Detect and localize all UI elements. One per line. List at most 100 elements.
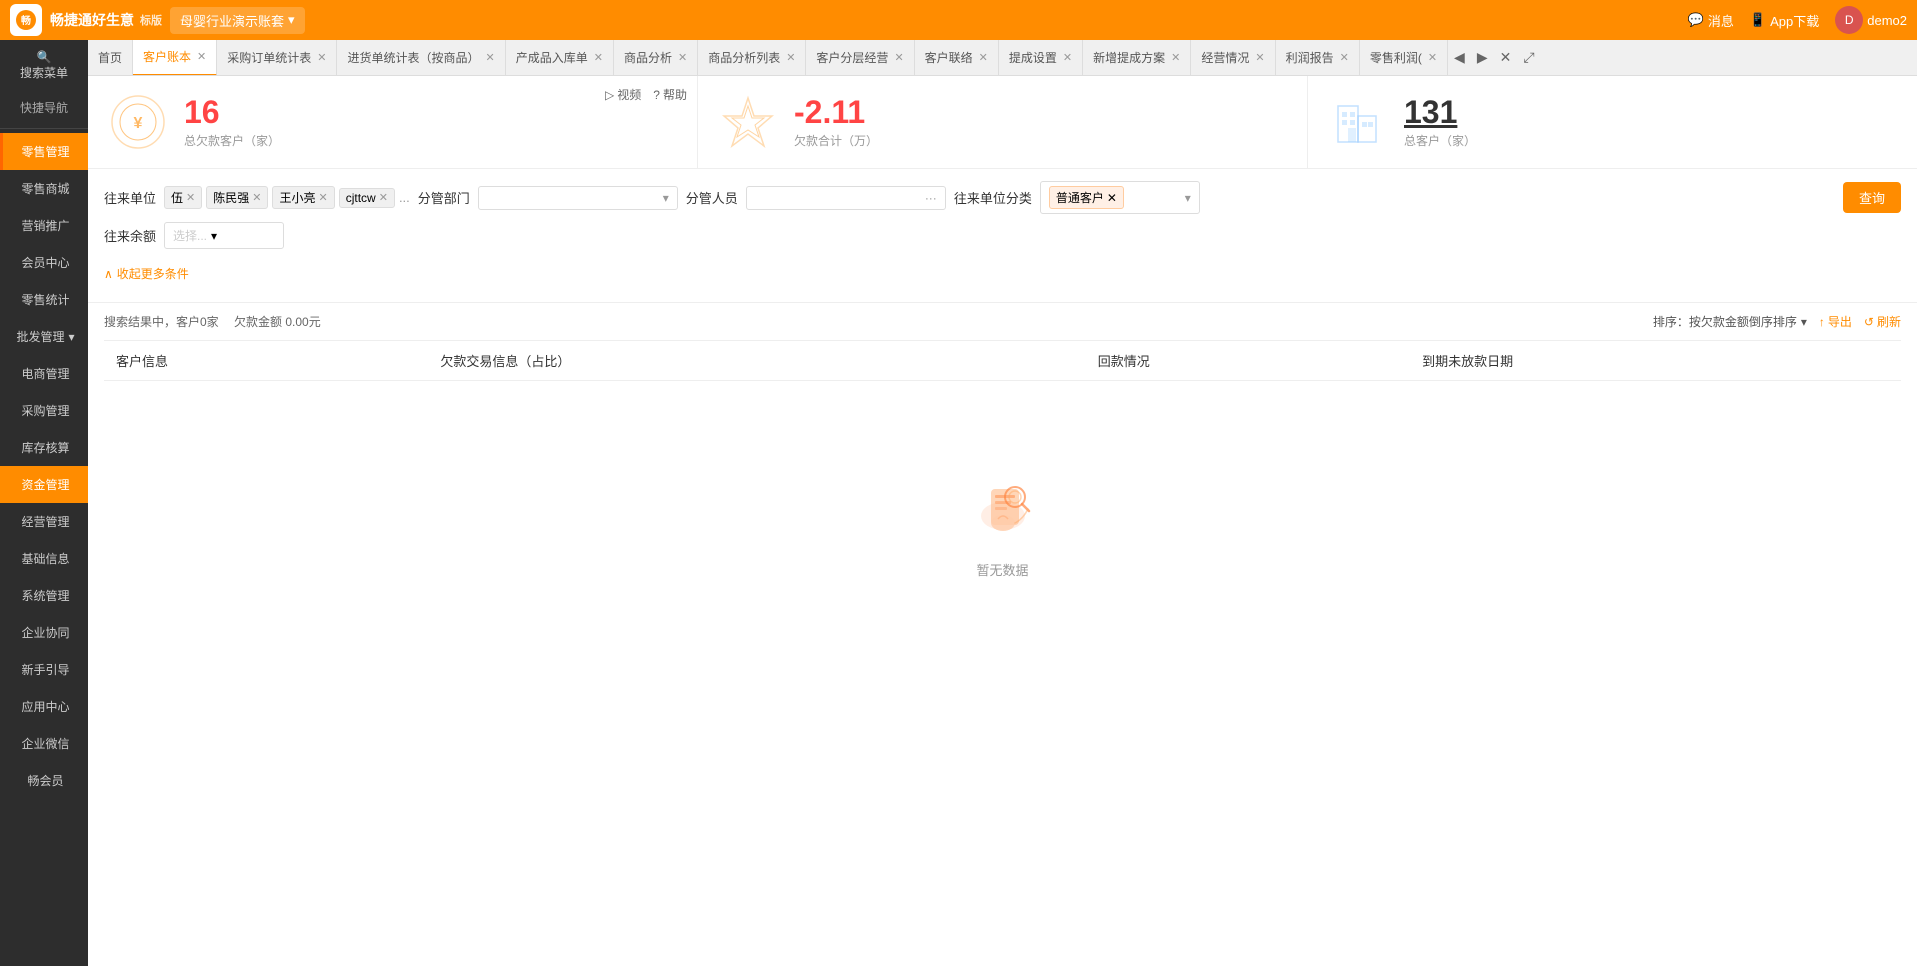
sidebar-item-retail-mall[interactable]: 零售商城 [0,170,88,207]
sidebar-item-system[interactable]: 系统管理 [0,577,88,614]
collapse-area: ∧ 收起更多条件 [104,257,1901,290]
sidebar-item-enterprise-wechat[interactable]: 企业微信 [0,725,88,762]
user-menu[interactable]: D demo2 [1835,6,1907,34]
tab-nav-next[interactable]: ▶ [1471,40,1494,76]
stat-debt-value: -2.11 [794,96,878,128]
tab-customer-balance[interactable]: 客户账本 ✕ [133,40,217,76]
company-tag-wu-close[interactable]: ✕ [186,191,195,204]
tab-close-stock-stats[interactable]: ✕ [486,51,495,64]
collapse-button[interactable]: ∧ 收起更多条件 [104,265,1901,282]
export-btn[interactable]: ↑ 导出 [1819,313,1852,330]
company-tags-more[interactable]: ... [399,190,410,205]
sidebar-item-operations[interactable]: 经营管理 [0,503,88,540]
sidebar-item-marketing[interactable]: 营销推广 [0,207,88,244]
tab-cost-entry[interactable]: 产成品入库单 ✕ [506,40,614,76]
col-overdue-date: 到期未放款日期 [1410,341,1901,381]
balance-select[interactable]: 选择... ▾ [164,222,284,249]
stat-debt-amount: -2.11 欠款合计（万） [698,76,1308,168]
stat-total-customers: ¥ 16 总欠款客户（家） ▷ 视频 ? 帮助 [88,76,698,168]
top-bar: 畅 畅捷通好生意 标版 母婴行业演示账套 ▾ 💬 消息 📱 App下载 D de… [0,0,1917,40]
tab-close-customer-balance[interactable]: ✕ [197,50,206,63]
sidebar-item-retail-mgmt[interactable]: 零售管理 [0,133,88,170]
sidebar-search[interactable]: 🔍 搜索菜单 [0,40,88,91]
tab-customer-contact[interactable]: 客户联络 ✕ [915,40,999,76]
tab-customer-segment[interactable]: 客户分层经营 ✕ [806,40,914,76]
filter-row-1: 往来单位 伍 ✕ 陈民强 ✕ 王小亮 ✕ [104,181,1901,214]
table-area: 搜索结果中，客户0家 欠款金额 0.00元 排序：按欠款金额倒序排序 ▾ ↑ 导… [88,303,1917,659]
tab-close-product-analysis[interactable]: ✕ [678,51,687,64]
sort-arrow: ▾ [1801,315,1807,329]
col-payment-status: 回款情况 [1086,341,1410,381]
tab-operation-status[interactable]: 经营情况 ✕ [1191,40,1275,76]
help-link[interactable]: ? 帮助 [653,86,687,103]
sidebar-item-retail-stats[interactable]: 零售统计 [0,281,88,318]
video-link[interactable]: ▷ 视频 [605,86,641,103]
message-btn[interactable]: 💬 消息 [1688,11,1734,30]
sort-select[interactable]: 排序：按欠款金额倒序排序 ▾ [1653,313,1807,330]
tab-close-profit-report[interactable]: ✕ [1340,51,1349,64]
app-download-btn[interactable]: 📱 App下载 [1750,11,1819,30]
company-tag-cjttcw[interactable]: cjttcw ✕ [339,188,395,208]
empty-state: 暂无数据 [104,381,1901,659]
tab-close-retail-profit[interactable]: ✕ [1428,51,1437,64]
app-logo-icon: 畅 [10,4,42,36]
tab-home[interactable]: 首页 [88,40,133,76]
sidebar-item-purchase[interactable]: 采购管理 [0,392,88,429]
sidebar-item-vip[interactable]: 畅会员 [0,762,88,799]
sidebar-item-finance[interactable]: 资金管理 [0,466,88,503]
tab-close-product-analysis-list[interactable]: ✕ [786,51,795,64]
company-tag-chen[interactable]: 陈民强 ✕ [206,186,268,209]
tab-close-customer-segment[interactable]: ✕ [894,51,903,64]
sidebar-item-wholesale[interactable]: 批发管理 ▾ [0,318,88,355]
refresh-btn[interactable]: ↺ 刷新 [1864,313,1901,330]
tab-raise-settings[interactable]: 提成设置 ✕ [999,40,1083,76]
person-more: ··· [925,191,937,205]
tab-new-raise[interactable]: 新增提成方案 ✕ [1083,40,1191,76]
tab-close-new-raise[interactable]: ✕ [1171,51,1180,64]
tab-nav-prev[interactable]: ◀ [1448,40,1471,76]
tab-nav-maximize[interactable]: ⤢ [1517,40,1540,76]
sidebar-item-new-guide[interactable]: 新手引导 [0,651,88,688]
logo-text: 畅捷通好生意 [50,10,134,30]
classify-tag-close[interactable]: ✕ [1107,191,1117,205]
tab-close-purchase-order[interactable]: ✕ [317,51,326,64]
sidebar-item-enterprise-collab[interactable]: 企业协同 [0,614,88,651]
person-select[interactable]: ··· [746,186,946,210]
sidebar-item-ecommerce[interactable]: 电商管理 [0,355,88,392]
tab-purchase-order[interactable]: 采购订单统计表 ✕ [217,40,337,76]
tab-retail-profit[interactable]: 零售利润( ✕ [1360,40,1448,76]
stat-all-customers-label: 总客户（家） [1404,132,1476,149]
sidebar-quick-nav[interactable]: 快捷导航 [0,91,88,124]
top-bar-right: 💬 消息 📱 App下载 D demo2 [1688,6,1907,34]
classify-select[interactable]: 普通客户 ✕ ▾ [1040,181,1200,214]
tenant-selector[interactable]: 母婴行业演示账套 ▾ [170,7,305,34]
tab-product-analysis[interactable]: 商品分析 ✕ [614,40,698,76]
tab-close-customer-contact[interactable]: ✕ [979,51,988,64]
app-logo-text: 畅捷通好生意 标版 [50,10,162,30]
tab-nav-close-all[interactable]: ✕ [1494,40,1518,76]
company-tag-wang-close[interactable]: ✕ [319,191,328,204]
company-tag-chen-close[interactable]: ✕ [252,191,261,204]
query-button[interactable]: 查询 [1843,182,1901,213]
sidebar-item-basic-info[interactable]: 基础信息 [0,540,88,577]
sidebar-item-app-center[interactable]: 应用中心 [0,688,88,725]
tab-product-analysis-list[interactable]: 商品分析列表 ✕ [698,40,806,76]
tab-close-raise-settings[interactable]: ✕ [1063,51,1072,64]
company-tag-cjttcw-close[interactable]: ✕ [379,191,388,204]
tab-profit-report[interactable]: 利润报告 ✕ [1276,40,1360,76]
tab-close-operation-status[interactable]: ✕ [1255,51,1264,64]
page-content: ¥ 16 总欠款客户（家） ▷ 视频 ? 帮助 [88,76,1917,966]
empty-label: 暂无数据 [976,560,1028,579]
filter-row-2: 往来余额 选择... ▾ [104,222,1901,249]
company-tag-wang[interactable]: 王小亮 ✕ [272,186,334,209]
stat-customers-value: 16 [184,96,280,128]
department-select[interactable]: ▾ [478,186,678,210]
tab-close-cost-entry[interactable]: ✕ [594,51,603,64]
tab-bar: 首页 客户账本 ✕ 采购订单统计表 ✕ 进货单统计表（按商品） ✕ 产成品入库单… [88,40,1917,76]
classify-tag-normal[interactable]: 普通客户 ✕ [1049,186,1124,209]
tab-stock-stats[interactable]: 进货单统计表（按商品） ✕ [337,40,505,76]
company-tag-wu[interactable]: 伍 ✕ [164,186,202,209]
sidebar-item-member-center[interactable]: 会员中心 [0,244,88,281]
top-bar-left: 畅 畅捷通好生意 标版 母婴行业演示账套 ▾ [10,4,305,36]
sidebar-item-inventory[interactable]: 库存核算 [0,429,88,466]
